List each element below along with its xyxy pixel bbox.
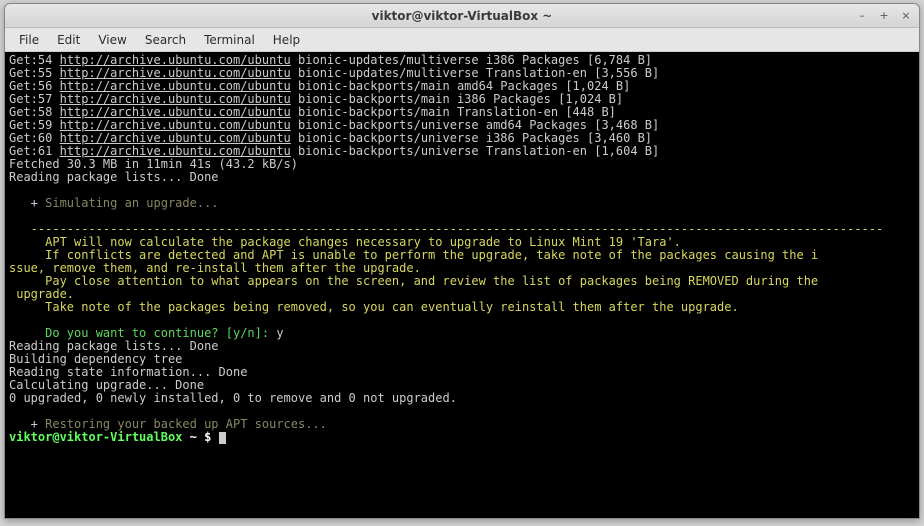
apt-info: Pay close attention to what appears on t… <box>9 275 915 288</box>
menu-view[interactable]: View <box>90 30 134 50</box>
menu-edit[interactable]: Edit <box>49 30 88 50</box>
shell-prompt[interactable]: viktor@viktor-VirtualBox ~ $ <box>9 431 915 444</box>
menubar: File Edit View Search Terminal Help <box>5 28 919 52</box>
terminal-output[interactable]: Get:54 http://archive.ubuntu.com/ubuntu … <box>5 52 919 518</box>
window-title: viktor@viktor-VirtualBox ~ <box>5 9 919 23</box>
terminal-window: viktor@viktor-VirtualBox ~ – + × File Ed… <box>4 3 920 519</box>
menu-terminal[interactable]: Terminal <box>196 30 263 50</box>
window-controls: – + × <box>855 9 913 23</box>
minimize-button[interactable]: – <box>855 9 869 23</box>
apt-info: Take note of the packages being removed,… <box>9 301 915 314</box>
maximize-button[interactable]: + <box>877 9 891 23</box>
close-button[interactable]: × <box>899 9 913 23</box>
menu-search[interactable]: Search <box>137 30 194 50</box>
menu-help[interactable]: Help <box>265 30 308 50</box>
titlebar[interactable]: viktor@viktor-VirtualBox ~ – + × <box>5 4 919 28</box>
reading-line: Reading package lists... Done <box>9 171 915 184</box>
cursor-icon <box>219 432 226 444</box>
post-line: 0 upgraded, 0 newly installed, 0 to remo… <box>9 392 915 405</box>
menu-file[interactable]: File <box>11 30 47 50</box>
simulating-line: + Simulating an upgrade... <box>9 197 915 210</box>
